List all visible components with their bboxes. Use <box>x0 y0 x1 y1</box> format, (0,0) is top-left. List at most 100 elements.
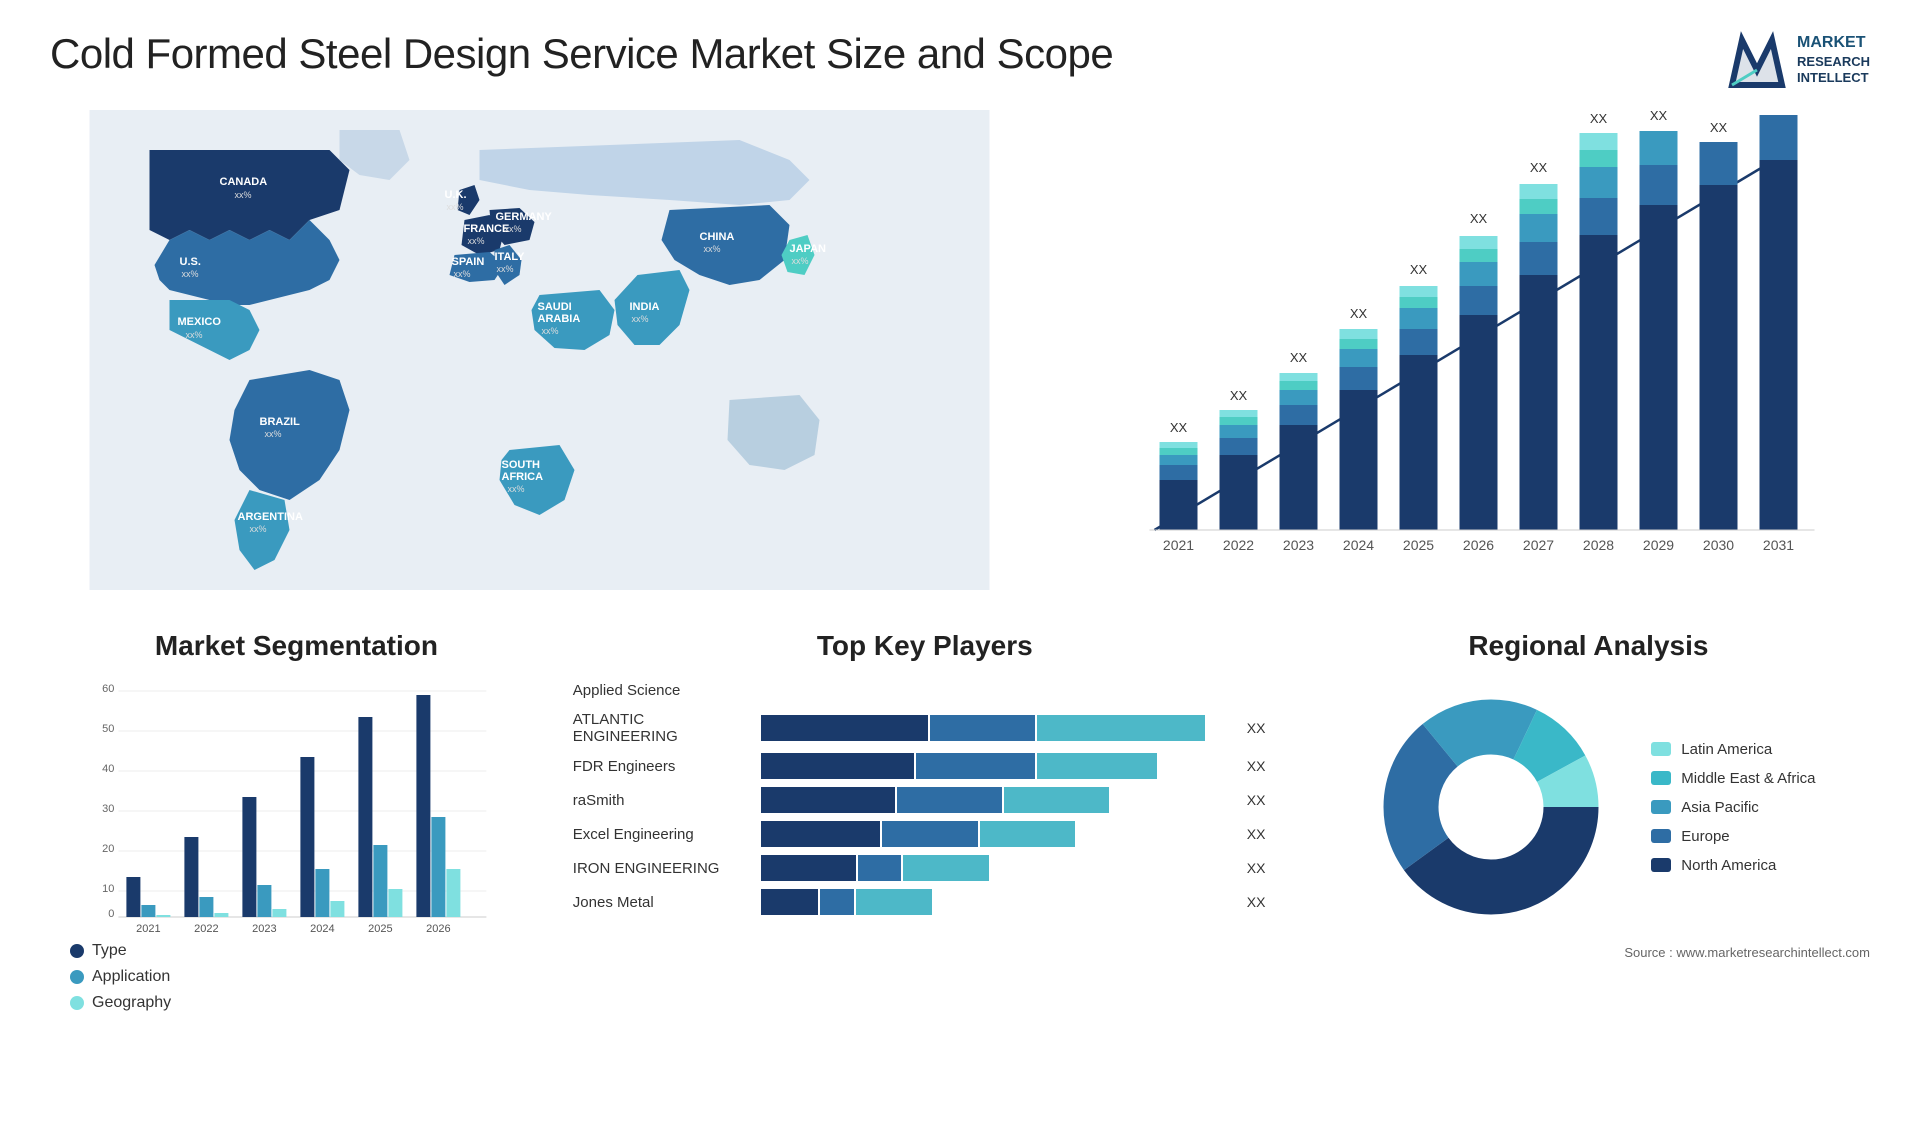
legend-color <box>1651 771 1671 785</box>
svg-text:2028: 2028 <box>1583 537 1614 553</box>
player-applied-science: Applied Science <box>573 677 1277 703</box>
svg-text:xx%: xx% <box>265 429 282 439</box>
bar-mid <box>897 787 1002 813</box>
segmentation-title: Market Segmentation <box>50 630 543 662</box>
bar-mid <box>820 889 853 915</box>
donut-chart-svg <box>1361 677 1621 937</box>
map-argentina-label: ARGENTINA <box>238 511 303 523</box>
svg-text:xx%: xx% <box>186 330 203 340</box>
svg-text:2021: 2021 <box>136 923 160 935</box>
player-bars <box>761 821 1239 847</box>
player-value: XX <box>1247 720 1277 736</box>
player-excel: Excel Engineering XX <box>573 821 1277 847</box>
map-india-label: INDIA <box>630 301 660 313</box>
legend-type: Type <box>70 942 543 960</box>
svg-text:2025: 2025 <box>1403 537 1434 553</box>
player-name: Jones Metal <box>573 894 753 911</box>
svg-text:10: 10 <box>102 883 114 895</box>
legend-color <box>1651 800 1671 814</box>
svg-text:xx%: xx% <box>468 236 485 246</box>
map-us-label: U.S. <box>180 256 201 268</box>
bar-chart-container: XX XX XX XX <box>1069 110 1870 590</box>
svg-text:50: 50 <box>102 723 114 735</box>
bar-dark <box>761 787 895 813</box>
svg-text:0: 0 <box>108 908 114 920</box>
top-section: CANADA xx% U.S. xx% MEXICO xx% BRAZIL xx… <box>50 110 1870 590</box>
legend-asia-pacific: Asia Pacific <box>1651 799 1815 816</box>
bar-dark <box>761 821 881 847</box>
svg-text:2026: 2026 <box>1463 537 1494 553</box>
player-value: XX <box>1247 792 1277 808</box>
player-bars <box>761 855 1239 881</box>
player-value: XX <box>1247 860 1277 876</box>
key-players-area: Top Key Players Applied Science ATLANTIC… <box>573 630 1277 1020</box>
svg-text:2026: 2026 <box>426 923 450 935</box>
page-title: Cold Formed Steel Design Service Market … <box>50 30 1113 78</box>
player-bars <box>761 677 1239 703</box>
logo-text: MARKET RESEARCH INTELLECT <box>1797 33 1870 88</box>
svg-text:XX: XX <box>1650 110 1668 123</box>
map-china-label: CHINA <box>700 231 735 243</box>
svg-text:XX: XX <box>1710 120 1728 135</box>
bar-light <box>1037 715 1204 741</box>
bar-light <box>1004 787 1109 813</box>
map-canada-label: CANADA <box>220 176 268 188</box>
key-players-title: Top Key Players <box>573 630 1277 662</box>
svg-text:2025: 2025 <box>368 923 392 935</box>
map-spain-label: SPAIN <box>452 256 485 268</box>
svg-text:30: 30 <box>102 803 114 815</box>
bar-dark <box>761 715 928 741</box>
svg-text:XX: XX <box>1170 420 1188 435</box>
svg-text:2024: 2024 <box>1343 537 1374 553</box>
legend-europe: Europe <box>1651 828 1815 845</box>
svg-text:xx%: xx% <box>235 190 252 200</box>
bar-dark <box>761 753 914 779</box>
legend-color <box>1651 829 1671 843</box>
legend-latin-america: Latin America <box>1651 741 1815 758</box>
legend-north-america: North America <box>1651 857 1815 874</box>
svg-text:xx%: xx% <box>508 484 525 494</box>
bar-dark <box>761 855 857 881</box>
svg-text:2027: 2027 <box>1523 537 1554 553</box>
svg-text:2023: 2023 <box>252 923 276 935</box>
svg-text:xx%: xx% <box>447 202 464 212</box>
source-text: Source : www.marketresearchintellect.com <box>1307 945 1870 960</box>
player-fdr: FDR Engineers XX <box>573 753 1277 779</box>
player-rasmith: raSmith XX <box>573 787 1277 813</box>
regional-title: Regional Analysis <box>1307 630 1870 662</box>
svg-text:2022: 2022 <box>194 923 218 935</box>
legend-geography: Geography <box>70 994 543 1012</box>
svg-text:xx%: xx% <box>792 256 809 266</box>
svg-text:2024: 2024 <box>310 923 334 935</box>
svg-text:xx%: xx% <box>505 224 522 234</box>
svg-text:2031: 2031 <box>1763 537 1794 553</box>
player-bars <box>761 787 1239 813</box>
player-atlantic: ATLANTIC ENGINEERING XX <box>573 711 1277 745</box>
player-name: IRON ENGINEERING <box>573 860 753 877</box>
svg-text:2023: 2023 <box>1283 537 1314 553</box>
player-bars <box>761 889 1239 915</box>
map-southafrica-label: SOUTH <box>502 459 541 471</box>
player-name: Excel Engineering <box>573 826 753 843</box>
svg-text:xx%: xx% <box>704 244 721 254</box>
donut-container: Latin America Middle East & Africa Asia … <box>1307 677 1870 937</box>
svg-text:xx%: xx% <box>497 264 514 274</box>
svg-text:40: 40 <box>102 763 114 775</box>
legend-type-dot <box>70 944 84 958</box>
svg-text:xx%: xx% <box>182 269 199 279</box>
svg-text:2030: 2030 <box>1703 537 1734 553</box>
svg-text:AFRICA: AFRICA <box>502 471 544 483</box>
svg-text:2029: 2029 <box>1643 537 1674 553</box>
bar-mid <box>916 753 1036 779</box>
player-jones: Jones Metal XX <box>573 889 1277 915</box>
player-bars <box>761 715 1239 741</box>
bar-light <box>1037 753 1157 779</box>
map-brazil-label: BRAZIL <box>260 416 301 428</box>
svg-text:XX: XX <box>1590 111 1608 126</box>
legend-application: Application <box>70 968 543 986</box>
header: Cold Formed Steel Design Service Market … <box>50 30 1870 90</box>
map-container: CANADA xx% U.S. xx% MEXICO xx% BRAZIL xx… <box>50 110 1029 590</box>
map-italy-label: ITALY <box>495 251 526 263</box>
map-mexico-label: MEXICO <box>178 316 222 328</box>
svg-text:XX: XX <box>1530 160 1548 175</box>
